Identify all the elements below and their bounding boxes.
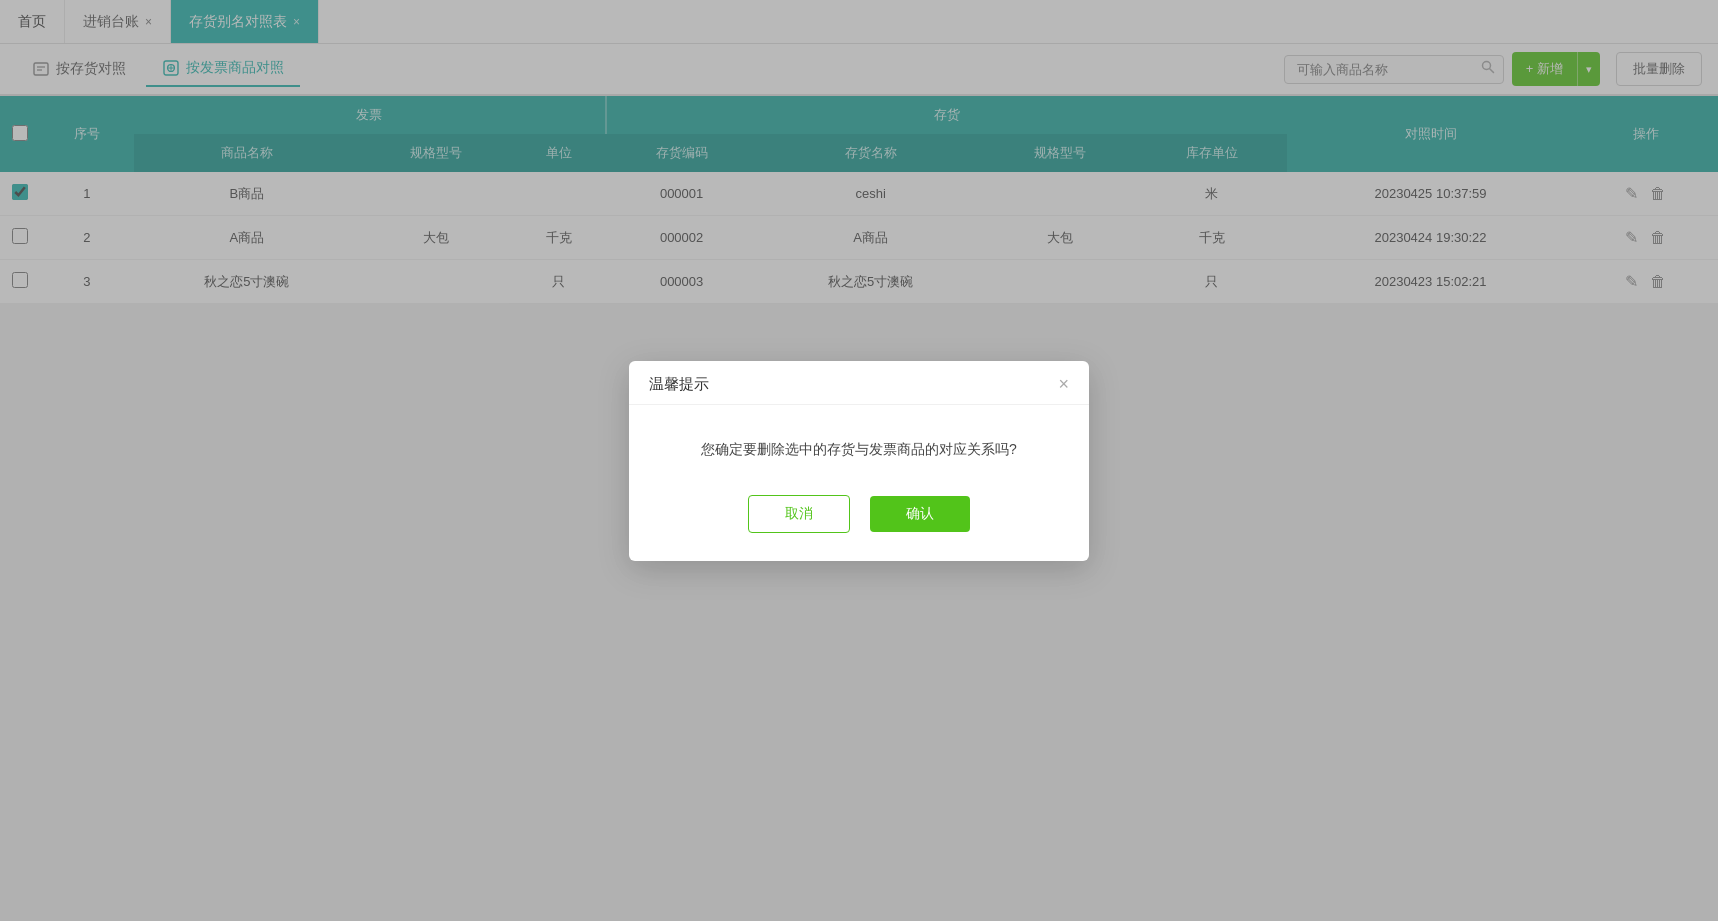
modal-overlay: 温馨提示 × 您确定要删除选中的存货与发票商品的对应关系吗? 取消 确认 [0, 0, 1718, 304]
